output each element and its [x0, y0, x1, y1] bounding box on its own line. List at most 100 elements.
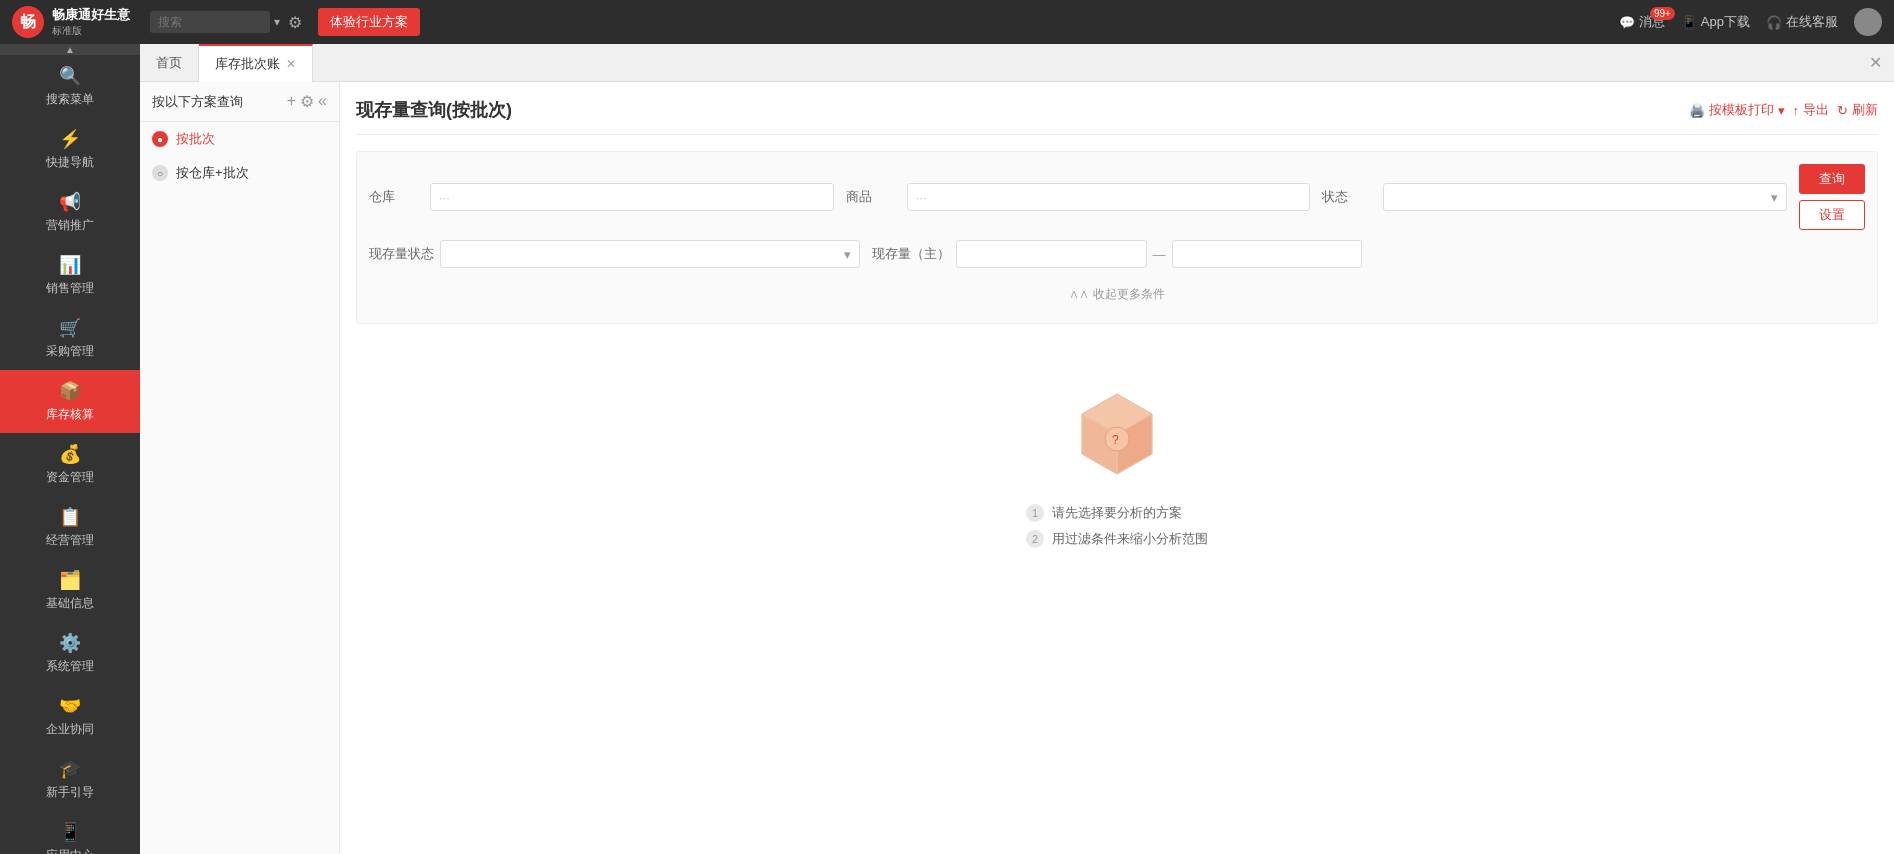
- page-title-bar: 现存量查询(按批次) 🖨️ 按模板打印 ▾ ↑ 导出 ↻: [356, 98, 1878, 135]
- inventory-quantity-field: 现存量（主） —: [872, 240, 1363, 268]
- quantity-max-input[interactable]: [1172, 240, 1363, 268]
- online-service-button[interactable]: 🎧 在线客服: [1766, 13, 1838, 31]
- newbie-icon: 🎓: [59, 758, 81, 780]
- sidebar-item-enterprise[interactable]: 🤝 企业协同: [0, 685, 140, 748]
- page-title: 现存量查询(按批次): [356, 98, 512, 122]
- settings-button[interactable]: 设置: [1799, 200, 1865, 230]
- warehouse-field: 仓库 ···: [369, 183, 834, 211]
- sales-icon: 📊: [59, 254, 81, 276]
- enterprise-icon: 🤝: [59, 695, 81, 717]
- quantity-min-input[interactable]: [956, 240, 1147, 268]
- page-content: 按以下方案查询 + ⚙ « ● 按批次 ○ 按仓库+批次: [140, 82, 1894, 854]
- sidebar-item-sales[interactable]: 📊 销售管理: [0, 244, 140, 307]
- svg-text:?: ?: [1112, 433, 1119, 447]
- topbar: 畅 畅康通好生意 标准版 ▾ ⚙ 体验行业方案 💬 消息 99+ 📱 App下载…: [0, 0, 1894, 44]
- print-template-button[interactable]: 🖨️ 按模板打印 ▾: [1689, 101, 1785, 119]
- tab-bar: 首页 库存批次账 ✕ ✕: [140, 44, 1894, 82]
- empty-illustration: ?: [1067, 384, 1167, 484]
- sidebar-item-search[interactable]: 🔍 搜索菜单: [0, 55, 140, 118]
- sidebar-item-basic[interactable]: 🗂️ 基础信息: [0, 559, 140, 622]
- refresh-button[interactable]: ↻ 刷新: [1837, 101, 1878, 119]
- export-button[interactable]: ↑ 导出: [1793, 101, 1830, 119]
- action-buttons: 查询 设置: [1799, 164, 1865, 230]
- right-panel: 现存量查询(按批次) 🖨️ 按模板打印 ▾ ↑ 导出 ↻: [340, 82, 1894, 854]
- messages-button[interactable]: 💬 消息 99+: [1619, 13, 1665, 31]
- topbar-search: ▾ ⚙: [150, 11, 302, 33]
- app-logo: 畅: [12, 6, 44, 38]
- settings-icon[interactable]: ⚙: [288, 13, 302, 32]
- status-dropdown-icon: ▾: [1771, 190, 1778, 205]
- left-panel-actions: + ⚙ «: [287, 92, 327, 111]
- left-panel: 按以下方案查询 + ⚙ « ● 按批次 ○ 按仓库+批次: [140, 82, 340, 854]
- product-input[interactable]: ···: [907, 183, 1311, 211]
- topbar-right: 💬 消息 99+ 📱 App下载 🎧 在线客服: [1619, 8, 1882, 36]
- inventory-status-field: 现存量状态 ▾: [369, 240, 860, 268]
- filter-section: 仓库 ··· 商品 ··· 状态: [356, 151, 1878, 324]
- sidebar-item-system[interactable]: ⚙️ 系统管理: [0, 622, 140, 685]
- product-field: 商品 ···: [846, 183, 1311, 211]
- status-label: 状态: [1322, 188, 1377, 206]
- status-select[interactable]: ▾: [1383, 183, 1787, 211]
- search-input[interactable]: [150, 11, 270, 33]
- warehouse-input[interactable]: ···: [430, 183, 834, 211]
- inventory-status-dropdown-icon: ▾: [844, 247, 851, 262]
- collapse-bar[interactable]: ∧∧ 收起更多条件: [369, 278, 1865, 311]
- empty-state: ? 1 请先选择要分析的方案 2 用过滤条件来缩小分析范围: [356, 324, 1878, 608]
- collapse-panel-icon[interactable]: «: [318, 92, 327, 111]
- tab-batch-account[interactable]: 库存批次账 ✕: [199, 44, 313, 82]
- inventory-quantity-range: —: [956, 240, 1363, 268]
- sidebar-scroll-up[interactable]: ▲: [0, 44, 140, 55]
- warehouse-label: 仓库: [369, 188, 424, 206]
- operations-icon: 📋: [59, 506, 81, 528]
- app-brand: 畅康通好生意 标准版: [52, 6, 130, 38]
- phone-icon: 📱: [1681, 15, 1697, 30]
- sidebar-item-purchase[interactable]: 🛒 采购管理: [0, 307, 140, 370]
- search-dropdown[interactable]: ▾: [274, 15, 280, 29]
- trial-button[interactable]: 体验行业方案: [318, 8, 420, 36]
- search-icon: 🔍: [59, 65, 81, 87]
- status-field: 状态 ▾: [1322, 183, 1787, 211]
- sidebar-item-newbie[interactable]: 🎓 新手引导: [0, 748, 140, 811]
- panel-item-by-warehouse-batch[interactable]: ○ 按仓库+批次: [140, 156, 339, 190]
- headset-icon: 🎧: [1766, 15, 1782, 30]
- app-download-button[interactable]: 📱 App下载: [1681, 13, 1750, 31]
- empty-tips: 1 请先选择要分析的方案 2 用过滤条件来缩小分析范围: [1026, 504, 1208, 548]
- active-dot: ●: [152, 131, 168, 147]
- quick-nav-icon: ⚡: [59, 128, 81, 150]
- content-area: 首页 库存批次账 ✕ ✕ 按以下方案查询 + ⚙ «: [140, 44, 1894, 854]
- product-label: 商品: [846, 188, 901, 206]
- purchase-icon: 🛒: [59, 317, 81, 339]
- tab-home[interactable]: 首页: [140, 44, 199, 82]
- panel-item-by-batch[interactable]: ● 按批次: [140, 122, 339, 156]
- inventory-icon: 📦: [59, 380, 81, 402]
- left-panel-header: 按以下方案查询 + ⚙ «: [140, 82, 339, 122]
- tab-bar-close-button[interactable]: ✕: [1857, 53, 1894, 72]
- empty-tip-1: 1 请先选择要分析的方案: [1026, 504, 1208, 522]
- inventory-status-select[interactable]: ▾: [440, 240, 860, 268]
- collapse-icon: ∧∧: [1069, 287, 1089, 301]
- basic-icon: 🗂️: [59, 569, 81, 591]
- sidebar-item-quick-nav[interactable]: ⚡ 快捷导航: [0, 118, 140, 181]
- sidebar-item-operations[interactable]: 📋 经营管理: [0, 496, 140, 559]
- inventory-status-label: 现存量状态: [369, 245, 434, 263]
- inventory-quantity-label: 现存量（主）: [872, 245, 950, 263]
- sidebar-item-finance[interactable]: 💰 资金管理: [0, 433, 140, 496]
- title-actions: 🖨️ 按模板打印 ▾ ↑ 导出 ↻ 刷新: [1689, 101, 1879, 119]
- add-scheme-icon[interactable]: +: [287, 92, 296, 111]
- filter-row-2: 现存量状态 ▾ 现存量（主） —: [369, 240, 1865, 268]
- app-center-icon: 📱: [59, 821, 81, 843]
- marketing-icon: 📢: [59, 191, 81, 213]
- print-icon: 🖨️: [1689, 103, 1705, 118]
- avatar[interactable]: [1854, 8, 1882, 36]
- system-icon: ⚙️: [59, 632, 81, 654]
- message-icon: 💬: [1619, 15, 1635, 30]
- sidebar-item-inventory[interactable]: 📦 库存核算: [0, 370, 140, 433]
- main-layout: ▲ 🔍 搜索菜单 ⚡ 快捷导航 📢 营销推广 📊 销售管理 🛒 采购管理 📦 库…: [0, 44, 1894, 854]
- sidebar-item-marketing[interactable]: 📢 营销推广: [0, 181, 140, 244]
- empty-tip-2: 2 用过滤条件来缩小分析范围: [1026, 530, 1208, 548]
- export-icon: ↑: [1793, 103, 1800, 118]
- tab-close-icon[interactable]: ✕: [286, 57, 296, 71]
- sidebar-item-app-center[interactable]: 📱 应用中心: [0, 811, 140, 854]
- scheme-settings-icon[interactable]: ⚙: [300, 92, 314, 111]
- query-button[interactable]: 查询: [1799, 164, 1865, 194]
